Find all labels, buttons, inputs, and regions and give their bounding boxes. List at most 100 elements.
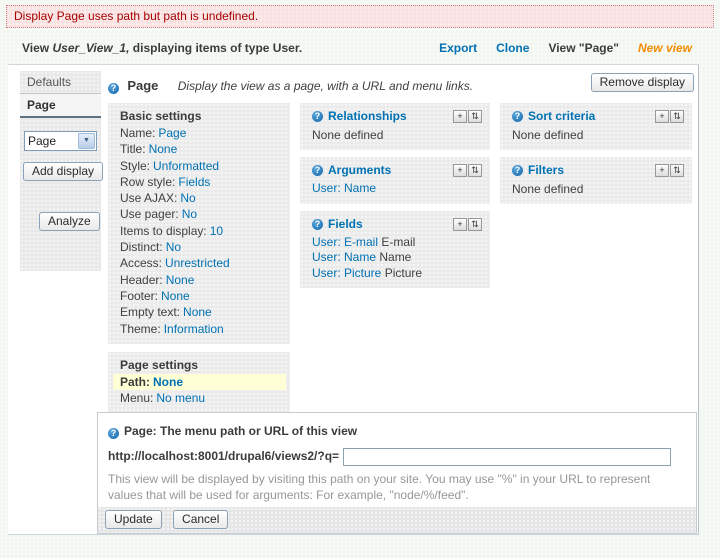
- setting-link[interactable]: Information: [164, 322, 224, 336]
- menu-link[interactable]: No menu: [156, 391, 205, 405]
- relationships-title-link[interactable]: Relationships: [328, 108, 407, 125]
- setting-row-items-to-display: Items to display: 10: [120, 223, 282, 239]
- setting-link[interactable]: None: [161, 289, 190, 303]
- view-name: User_View_1,: [52, 41, 130, 55]
- display-tabs-sidebar: Defaults Page Page ▼ Add display Analyze: [20, 71, 104, 271]
- display-type-select-value: Page: [28, 134, 57, 148]
- help-icon[interactable]: ?: [312, 165, 323, 176]
- display-type-select[interactable]: Page ▼: [24, 131, 97, 151]
- error-message: Display Page uses path but path is undef…: [6, 5, 714, 28]
- column-middle: ? Relationships + ⇅ None defined ? Argum…: [300, 103, 490, 420]
- setting-link[interactable]: Unformatted: [153, 159, 219, 173]
- field-link[interactable]: User: E-mail: [312, 235, 378, 249]
- path-link[interactable]: None: [153, 375, 183, 389]
- arguments-header: ? Arguments + ⇅: [312, 162, 482, 179]
- setting-label: Theme:: [120, 321, 161, 336]
- remove-display-button[interactable]: Remove display: [590, 73, 694, 92]
- cancel-button[interactable]: Cancel: [173, 510, 229, 529]
- setting-link[interactable]: No: [180, 191, 195, 205]
- analyze-button[interactable]: Analyze: [39, 212, 100, 231]
- setting-label: Distinct:: [120, 240, 163, 255]
- setting-link[interactable]: No: [182, 207, 197, 221]
- setting-label: Empty text:: [120, 305, 181, 320]
- help-icon[interactable]: ?: [312, 111, 323, 122]
- filters-empty: None defined: [512, 182, 584, 196]
- chevron-down-icon: ▼: [78, 133, 95, 149]
- rearrange-icon[interactable]: ⇅: [468, 164, 482, 177]
- setting-label: Items to display:: [120, 223, 207, 238]
- tab-page[interactable]: Page: [20, 94, 101, 118]
- setting-label: Use AJAX:: [120, 191, 178, 206]
- path-form-title-text: Page: The menu path or URL of this view: [124, 424, 358, 438]
- rearrange-icon[interactable]: ⇅: [468, 217, 482, 231]
- setting-link[interactable]: None: [149, 142, 178, 156]
- setting-link[interactable]: Unrestricted: [165, 256, 230, 270]
- export-link[interactable]: Export: [439, 41, 477, 55]
- update-button[interactable]: Update: [105, 510, 162, 529]
- views-admin-screen: Display Page uses path but path is undef…: [0, 0, 720, 558]
- field-link[interactable]: User: Picture: [312, 266, 381, 280]
- path-input[interactable]: [343, 448, 672, 466]
- help-icon[interactable]: ?: [512, 111, 523, 122]
- setting-row-row-style: Row style: Fields: [120, 174, 282, 190]
- path-input-row: http://localhost:8001/drupal6/views2/?q=: [98, 446, 696, 469]
- setting-row-theme: Theme: Information: [120, 321, 282, 337]
- add-icon[interactable]: +: [453, 164, 467, 177]
- setting-row-menu: Menu: No menu: [120, 390, 282, 406]
- add-icon[interactable]: +: [453, 110, 467, 123]
- arguments-ops: + ⇅: [453, 164, 482, 177]
- field-item: User: Picture Picture: [312, 266, 482, 282]
- argument-link[interactable]: User: Name: [312, 181, 376, 195]
- menu-label: Menu:: [120, 391, 154, 406]
- form-actions-bar: Update Cancel: [98, 507, 696, 533]
- view-header-line: View User_View_1, displaying items of ty…: [0, 39, 720, 61]
- setting-link[interactable]: None: [183, 305, 212, 319]
- rearrange-icon[interactable]: ⇅: [670, 110, 684, 123]
- setting-label: Access:: [120, 256, 163, 271]
- column-basic-settings: Basic settings Name: Page Title: None Styl…: [108, 103, 290, 420]
- filters-title-link[interactable]: Filters: [528, 162, 564, 179]
- setting-link[interactable]: 10: [210, 224, 223, 238]
- clone-link[interactable]: Clone: [496, 41, 529, 55]
- add-icon[interactable]: +: [453, 217, 467, 231]
- setting-link[interactable]: No: [166, 240, 181, 254]
- help-icon[interactable]: ?: [108, 83, 119, 94]
- help-icon[interactable]: ?: [512, 165, 523, 176]
- rearrange-icon[interactable]: ⇅: [670, 164, 684, 177]
- field-label: E-mail: [378, 234, 416, 249]
- view-title: View User_View_1, displaying items of ty…: [22, 41, 302, 55]
- add-icon[interactable]: +: [655, 110, 669, 123]
- filters-header: ? Filters + ⇅: [512, 162, 684, 179]
- rearrange-icon[interactable]: ⇅: [468, 110, 482, 123]
- arguments-title-link[interactable]: Arguments: [328, 162, 391, 179]
- page-settings-title: Page settings: [120, 357, 199, 372]
- field-label: Picture: [381, 265, 423, 280]
- relationships-header: ? Relationships + ⇅: [312, 108, 482, 125]
- setting-row-title: Title: None: [120, 141, 282, 157]
- setting-row-path: Path: None: [113, 373, 286, 391]
- fields-title-link[interactable]: Fields: [328, 216, 363, 233]
- field-link[interactable]: User: Name: [312, 250, 376, 264]
- tab-defaults[interactable]: Defaults: [20, 71, 101, 94]
- field-label: Name: [376, 250, 412, 265]
- filters-ops: + ⇅: [655, 164, 684, 177]
- add-display-button[interactable]: Add display: [23, 162, 104, 181]
- setting-label: Style:: [120, 158, 151, 173]
- setting-row-use-ajax: Use AJAX: No: [120, 190, 282, 206]
- path-label: Path:: [120, 374, 150, 389]
- help-icon[interactable]: ?: [108, 428, 119, 439]
- display-header: ? Page Display the view as a page, with …: [101, 65, 698, 101]
- view-title-suffix: displaying items of type User.: [132, 41, 303, 55]
- view-page-link[interactable]: View "Page": [548, 41, 619, 55]
- setting-link[interactable]: Page: [158, 126, 186, 140]
- new-view-link[interactable]: New view: [638, 41, 692, 55]
- setting-link[interactable]: None: [166, 273, 195, 287]
- sort-criteria-header: ? Sort criteria + ⇅: [512, 108, 684, 125]
- path-help-text: This view will be displayed by visiting …: [108, 472, 651, 502]
- add-icon[interactable]: +: [655, 164, 669, 177]
- setting-label: Name:: [120, 126, 156, 140]
- setting-link[interactable]: Fields: [178, 175, 210, 189]
- sort-criteria-title-link[interactable]: Sort criteria: [528, 108, 595, 125]
- display-name: Page: [127, 78, 159, 93]
- help-icon[interactable]: ?: [312, 218, 323, 230]
